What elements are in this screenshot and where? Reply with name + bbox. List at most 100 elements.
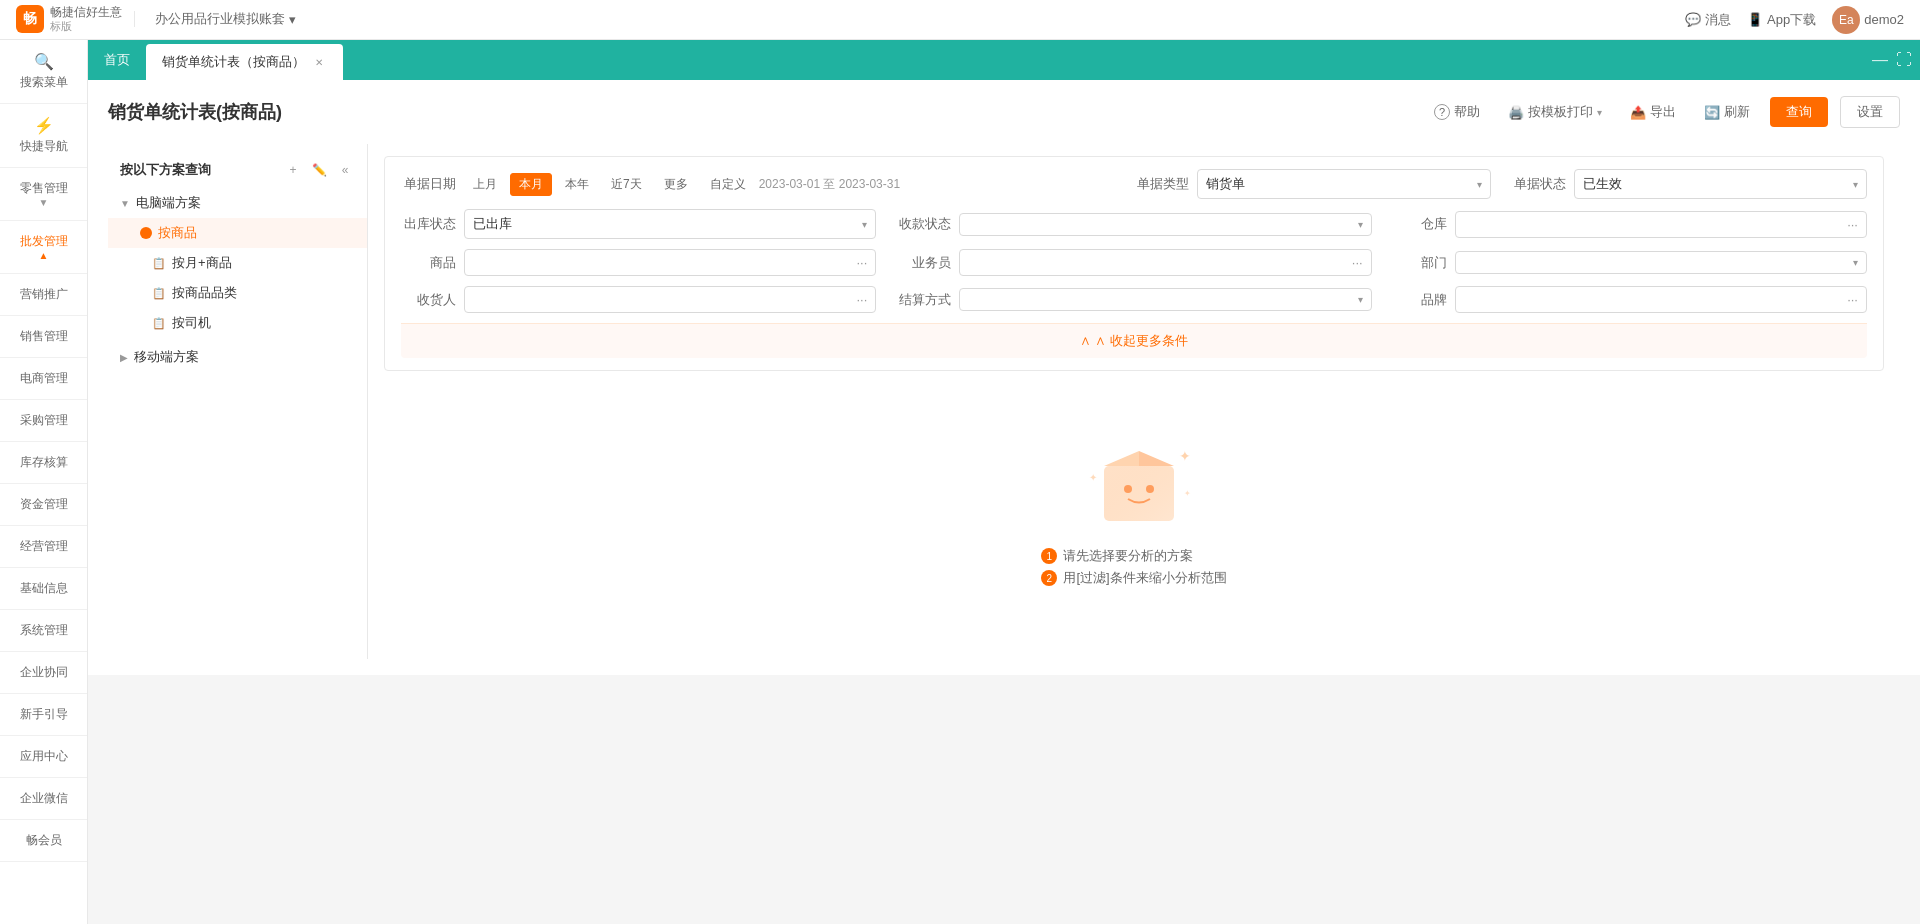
sidebar-item-tutorial[interactable]: 新手引导 bbox=[0, 694, 87, 736]
left-panel-title: 按以下方案查询 bbox=[120, 161, 211, 179]
tab-home-label: 首页 bbox=[104, 51, 130, 69]
sidebar-item-search[interactable]: 🔍 搜索菜单 bbox=[0, 40, 87, 104]
svg-marker-2 bbox=[1139, 451, 1174, 466]
salesperson-label: 业务员 bbox=[896, 254, 951, 272]
svg-point-3 bbox=[1124, 485, 1132, 493]
sidebar-item-inventory[interactable]: 库存核算 bbox=[0, 442, 87, 484]
workspace-chevron-icon: ▾ bbox=[289, 12, 296, 27]
sidebar-item-basic[interactable]: 基础信息 bbox=[0, 568, 87, 610]
svg-text:✦: ✦ bbox=[1184, 489, 1191, 498]
warehouse-input[interactable]: ··· bbox=[1455, 211, 1867, 238]
message-btn[interactable]: 💬 消息 bbox=[1685, 11, 1731, 29]
doc-type-select[interactable]: 销货单 ▾ bbox=[1197, 169, 1491, 199]
sidebar-item-finance[interactable]: 资金管理 bbox=[0, 484, 87, 526]
sidebar-item-label: 新手引导 bbox=[8, 706, 79, 723]
edit-scheme-icon[interactable]: ✏️ bbox=[309, 160, 329, 180]
filter-item-doc-type: 单据类型 销货单 ▾ bbox=[1134, 169, 1491, 199]
sidebar-item-wholesale[interactable]: 批发管理 ▲ bbox=[0, 221, 87, 274]
query-button[interactable]: 查询 bbox=[1770, 97, 1828, 127]
svg-rect-0 bbox=[1104, 466, 1174, 521]
tree-item-by-goods[interactable]: 按商品 bbox=[108, 218, 367, 248]
tree-item-by-goods-category[interactable]: 📋 按商品品类 bbox=[108, 278, 367, 308]
tree-expand-pc-icon: ▼ bbox=[120, 198, 130, 209]
tab-home[interactable]: 首页 bbox=[88, 40, 146, 80]
sidebar-item-enterprise[interactable]: 企业协同 bbox=[0, 652, 87, 694]
date-btn-custom[interactable]: 自定义 bbox=[701, 173, 755, 196]
date-btn-this-year[interactable]: 本年 bbox=[556, 173, 598, 196]
refresh-button[interactable]: 🔄 刷新 bbox=[1696, 99, 1758, 125]
sidebar-item-label: 经营管理 bbox=[8, 538, 79, 555]
page-header: 销货单统计表(按商品) ? 帮助 🖨️ 按模板打印 ▾ bbox=[108, 96, 1900, 128]
sidebar-item-label: 电商管理 bbox=[8, 370, 79, 387]
sidebar-item-label: 资金管理 bbox=[8, 496, 79, 513]
date-btn-last-month[interactable]: 上月 bbox=[464, 173, 506, 196]
page-title: 销货单统计表(按商品) bbox=[108, 100, 282, 124]
filter-item-date: 单据日期 上月 本月 本年 近7天 更多 自定义 bbox=[401, 173, 1114, 196]
tab-report[interactable]: 销货单统计表（按商品） ✕ bbox=[146, 44, 343, 80]
sidebar-item-retail[interactable]: 零售管理 ▼ bbox=[0, 168, 87, 221]
tab-maximize-icon[interactable]: ⛶ bbox=[1896, 51, 1912, 69]
shortcut-icon: ⚡ bbox=[8, 116, 79, 135]
settings-button[interactable]: 设置 bbox=[1840, 96, 1900, 128]
tree-item-pc[interactable]: ▼ 电脑端方案 bbox=[108, 188, 367, 218]
doc-status-chevron-icon: ▾ bbox=[1853, 179, 1858, 190]
out-stock-chevron-icon: ▾ bbox=[862, 219, 867, 230]
sidebar-item-operations[interactable]: 经营管理 bbox=[0, 526, 87, 568]
settlement-select[interactable]: ▾ bbox=[959, 288, 1371, 311]
date-btn-7days[interactable]: 近7天 bbox=[602, 173, 651, 196]
export-button[interactable]: 📤 导出 bbox=[1622, 99, 1684, 125]
settlement-chevron-icon: ▾ bbox=[1358, 294, 1363, 305]
tree-item-by-printer[interactable]: 📋 按司机 bbox=[108, 308, 367, 338]
collapse-more-btn[interactable]: ∧ ∧ 收起更多条件 bbox=[401, 323, 1867, 358]
sidebar-item-marketing[interactable]: 营销推广 bbox=[0, 274, 87, 316]
sidebar-item-ecommerce[interactable]: 电商管理 bbox=[0, 358, 87, 400]
sidebar-item-label: 基础信息 bbox=[8, 580, 79, 597]
user-area[interactable]: Ea demo2 bbox=[1832, 6, 1904, 34]
logo-text: 畅捷信好生意 bbox=[50, 5, 122, 19]
help-button[interactable]: ? 帮助 bbox=[1426, 99, 1488, 125]
sidebar-item-label: 营销推广 bbox=[8, 286, 79, 303]
workspace-selector[interactable]: 办公用品行业模拟账套 ▾ bbox=[147, 6, 304, 32]
payment-select[interactable]: ▾ bbox=[959, 213, 1371, 236]
tab-minimize-icon[interactable]: — bbox=[1872, 51, 1888, 69]
add-scheme-button[interactable]: + bbox=[283, 160, 303, 180]
tree-item-by-month-goods[interactable]: 📋 按月+商品 bbox=[108, 248, 367, 278]
sidebar-item-shortcut[interactable]: ⚡ 快捷导航 bbox=[0, 104, 87, 168]
print-button[interactable]: 🖨️ 按模板打印 ▾ bbox=[1500, 99, 1610, 125]
app-download-btn[interactable]: 📱 App下载 bbox=[1747, 11, 1816, 29]
sidebar-item-member[interactable]: 畅会员 bbox=[0, 820, 87, 862]
tab-close-icon[interactable]: ✕ bbox=[311, 54, 327, 70]
salesperson-input[interactable]: ··· bbox=[959, 249, 1371, 276]
brand-input[interactable]: ··· bbox=[1455, 286, 1867, 313]
out-stock-label: 出库状态 bbox=[401, 215, 456, 233]
step-2-number: 2 bbox=[1041, 570, 1057, 586]
dept-select[interactable]: ▾ bbox=[1455, 251, 1867, 274]
message-icon: 💬 bbox=[1685, 12, 1701, 27]
out-stock-select[interactable]: 已出库 ▾ bbox=[464, 209, 876, 239]
sidebar-item-system[interactable]: 系统管理 bbox=[0, 610, 87, 652]
goods-input[interactable]: ··· bbox=[464, 249, 876, 276]
collapse-panel-icon[interactable]: « bbox=[335, 160, 355, 180]
left-panel-header: 按以下方案查询 + ✏️ « bbox=[108, 152, 367, 188]
app-download-icon: 📱 bbox=[1747, 12, 1763, 27]
date-btn-more[interactable]: 更多 bbox=[655, 173, 697, 196]
sidebar-item-purchase[interactable]: 采购管理 bbox=[0, 400, 87, 442]
avatar: Ea bbox=[1832, 6, 1860, 34]
sidebar-item-wechat[interactable]: 企业微信 bbox=[0, 778, 87, 820]
sidebar-item-label: 系统管理 bbox=[8, 622, 79, 639]
print-icon: 🖨️ bbox=[1508, 105, 1524, 120]
main-layout: 🔍 搜索菜单 ⚡ 快捷导航 零售管理 ▼ 批发管理 ▲ 营销推广 销售管理 bbox=[0, 40, 1920, 924]
sidebar-item-appcenter[interactable]: 应用中心 bbox=[0, 736, 87, 778]
workspace-label: 办公用品行业模拟账套 bbox=[155, 10, 285, 28]
receiver-label: 收货人 bbox=[401, 291, 456, 309]
sidebar-item-sales[interactable]: 销售管理 bbox=[0, 316, 87, 358]
step-1-number: 1 bbox=[1041, 548, 1057, 564]
date-btn-this-month[interactable]: 本月 bbox=[510, 173, 552, 196]
settlement-label: 结算方式 bbox=[896, 291, 951, 309]
filter-item-warehouse: 仓库 ··· bbox=[1392, 211, 1867, 238]
tree-item-mobile[interactable]: ▶ 移动端方案 bbox=[108, 342, 367, 372]
date-filter-label: 单据日期 bbox=[401, 175, 456, 193]
doc-status-select[interactable]: 已生效 ▾ bbox=[1574, 169, 1868, 199]
receiver-input[interactable]: ··· bbox=[464, 286, 876, 313]
chevron-up-icon: ▲ bbox=[8, 250, 79, 261]
